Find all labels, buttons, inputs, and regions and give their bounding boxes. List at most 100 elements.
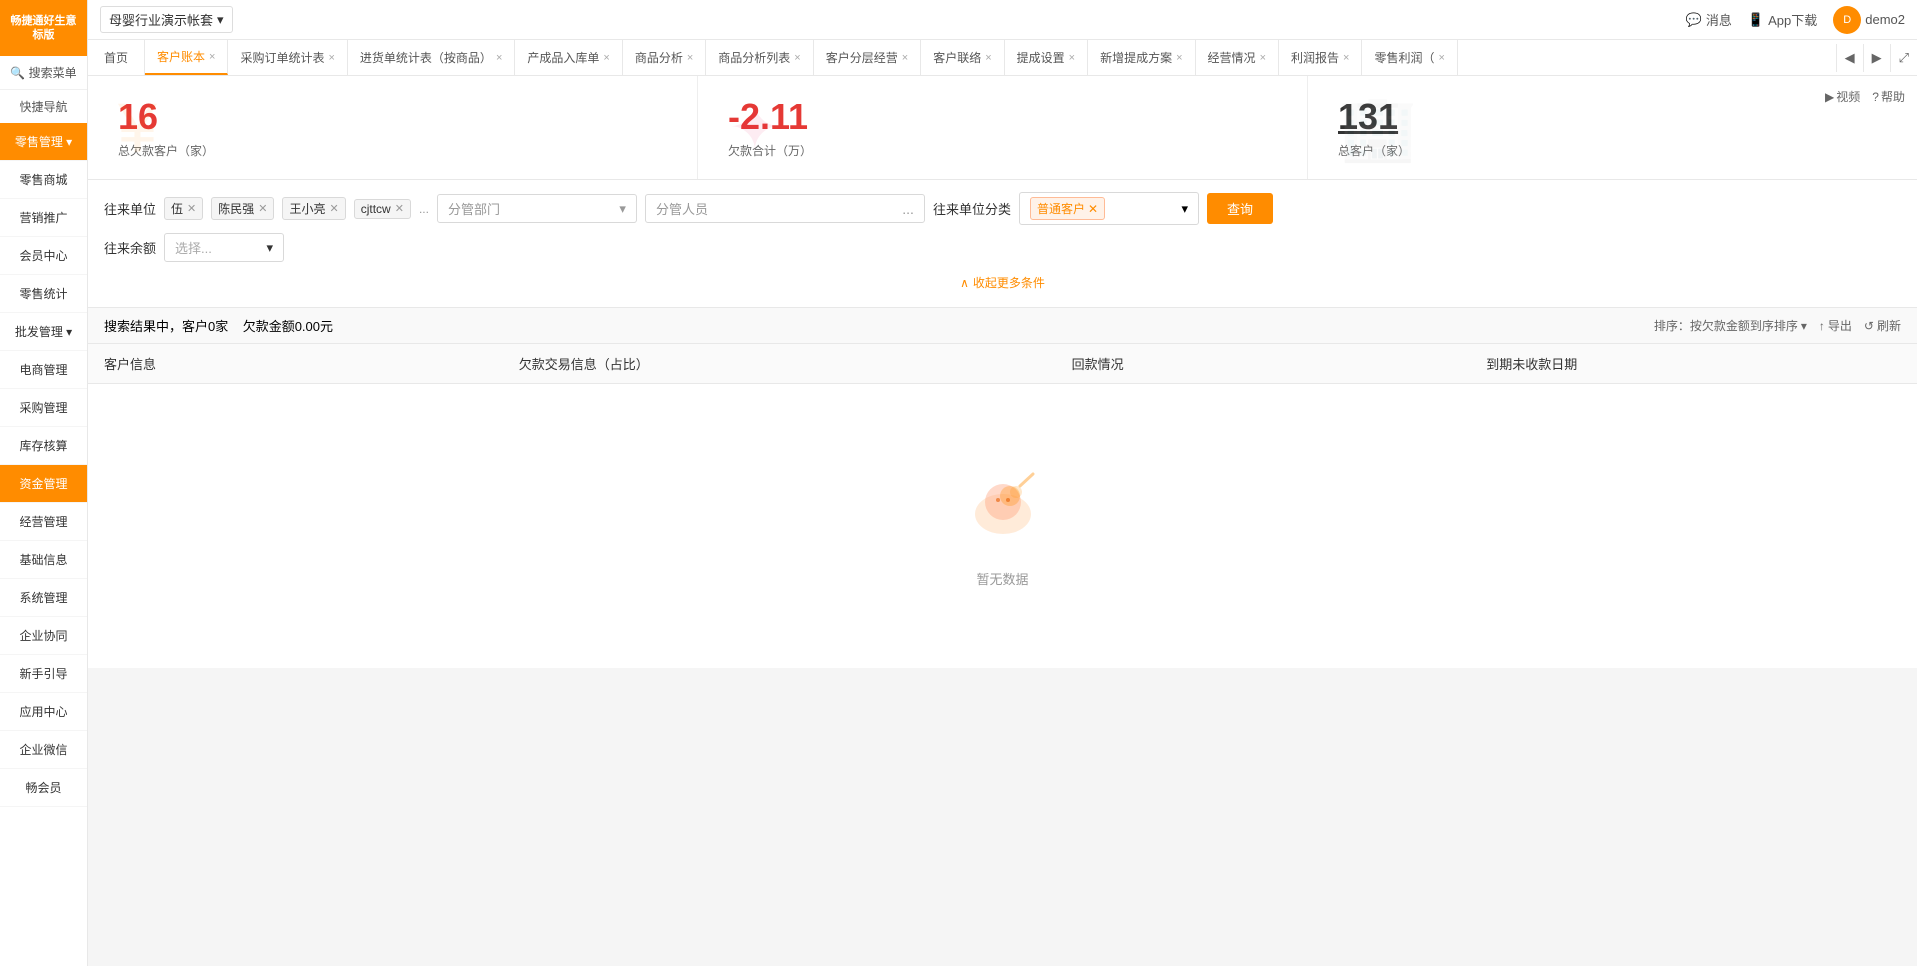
refresh-btn[interactable]: ↺ 刷新: [1864, 317, 1901, 334]
sidebar-item-enterprise-coop[interactable]: 企业协同: [0, 617, 87, 655]
quick-nav[interactable]: 快捷导航: [0, 90, 87, 123]
filter-area: 往来单位 伍 ✕ 陈民强 ✕ 王小亮 ✕ cjttcw ✕ ...: [88, 180, 1917, 308]
tab-retail-profit[interactable]: 零售利润（×: [1362, 40, 1457, 75]
tab-close-business-status[interactable]: ×: [1260, 52, 1266, 64]
message-label: 消息: [1706, 10, 1732, 29]
remove-tag-wang[interactable]: ✕: [330, 202, 339, 215]
export-btn[interactable]: ↑ 导出: [1819, 317, 1852, 334]
tab-label-product-inbound: 产成品入库单: [527, 49, 599, 66]
sidebar-item-inventory[interactable]: 库存核算: [0, 427, 87, 465]
sidebar-item-system[interactable]: 系统管理: [0, 579, 87, 617]
filter-tag-wang[interactable]: 王小亮 ✕: [282, 197, 345, 220]
tab-inbound-stats[interactable]: 进货单统计表（按商品） ×: [348, 40, 515, 75]
collapse-btn[interactable]: ∧ 收起更多条件: [960, 270, 1045, 295]
remove-tag-wu[interactable]: ✕: [187, 202, 196, 215]
tab-profit-report[interactable]: 利润报告×: [1279, 40, 1362, 75]
search-menu[interactable]: 🔍 搜索菜单: [0, 56, 87, 90]
main: 母婴行业演示帐套 ▾ 💬 消息 📱 App下载 D demo2 首页客户账本×采…: [88, 0, 1917, 966]
tab-close-new-tip-plan[interactable]: ×: [1176, 52, 1182, 64]
filter-dots-person[interactable]: ...: [902, 201, 914, 217]
tab-customer-contact[interactable]: 客户联络 ×: [921, 40, 1004, 75]
user-avatar: D: [1833, 6, 1861, 34]
tab-tip-settings[interactable]: 提成设置×: [1005, 40, 1088, 75]
tab-business-status[interactable]: 经营情况×: [1196, 40, 1279, 75]
tab-scroll-right[interactable]: ▶: [1863, 44, 1890, 72]
remove-category-tag[interactable]: ✕: [1088, 202, 1098, 216]
tab-close-inbound-stats[interactable]: ×: [496, 52, 502, 64]
tab-close-customer-balance[interactable]: ×: [209, 51, 215, 63]
filter-tag-wu[interactable]: 伍 ✕: [164, 197, 203, 220]
sidebar-item-batch-mgmt[interactable]: 批发管理 ▾: [0, 313, 87, 351]
tab-close-product-analysis-list[interactable]: ×: [794, 52, 800, 64]
balance-placeholder: 选择...: [175, 238, 212, 257]
sidebar-item-retail-mgmt[interactable]: 零售管理 ▾: [0, 123, 87, 161]
remove-tag-cjttcw[interactable]: ✕: [395, 202, 404, 215]
tab-customer-balance[interactable]: 客户账本×: [145, 40, 228, 75]
sidebar-item-basic-info[interactable]: 基础信息: [0, 541, 87, 579]
col-repayment: 回款情况: [1072, 354, 1487, 373]
col-customer-info: 客户信息: [104, 354, 519, 373]
sidebar-item-purchase[interactable]: 采购管理: [0, 389, 87, 427]
sidebar-item-finance[interactable]: 资金管理: [0, 465, 87, 503]
tag-wu-text: 伍: [171, 200, 183, 217]
tab-close-retail-profit[interactable]: ×: [1438, 52, 1444, 64]
user-menu[interactable]: D demo2: [1833, 6, 1905, 34]
tab-product-analysis-list[interactable]: 商品分析列表×: [706, 40, 813, 75]
unit-category-label: 往来单位分类: [933, 199, 1011, 218]
tab-customer-tier[interactable]: 客户分层经营×: [814, 40, 921, 75]
debt-amount-label: 欠款合计（万）: [728, 142, 1277, 159]
tab-new-tip-plan[interactable]: 新增提成方案×: [1088, 40, 1195, 75]
sidebar-item-enterprise-wx[interactable]: 企业微信: [0, 731, 87, 769]
tab-product-analysis[interactable]: 商品分析×: [623, 40, 706, 75]
tab-close-purchase-order-stats[interactable]: ×: [328, 52, 334, 64]
help-btn[interactable]: ? 帮助: [1872, 88, 1905, 105]
sidebar-item-retail-mall[interactable]: 零售商城: [0, 161, 87, 199]
filter-more-tags[interactable]: ...: [419, 202, 429, 216]
tab-collapse[interactable]: ⤢: [1890, 44, 1917, 72]
sort-label: 排序：按欠款金额到序排序: [1654, 317, 1798, 334]
tab-label-customer-contact: 客户联络: [933, 49, 981, 66]
tab-close-customer-contact[interactable]: ×: [985, 52, 991, 64]
filter-tag-cjttcw[interactable]: cjttcw ✕: [354, 199, 411, 219]
branch-person-dropdown[interactable]: 分管人员 ...: [645, 194, 925, 223]
chevron-icon-retail-mgmt: ▾: [63, 135, 72, 149]
results-bar: 搜索结果中，客户0家 欠款金额0.00元 排序：按欠款金额到序排序 ▾ ↑ 导出…: [88, 308, 1917, 344]
tab-close-tip-settings[interactable]: ×: [1069, 52, 1075, 64]
tab-close-customer-tier[interactable]: ×: [902, 52, 908, 64]
unit-category-select[interactable]: 普通客户 ✕ ▾: [1019, 192, 1199, 225]
branch-person-label: 分管人员: [656, 199, 708, 218]
sidebar-item-marketing[interactable]: 营销推广: [0, 199, 87, 237]
tab-home[interactable]: 首页: [88, 40, 145, 75]
tab-close-product-inbound[interactable]: ×: [603, 52, 609, 64]
tab-product-inbound[interactable]: 产成品入库单 ×: [515, 40, 622, 75]
branch-dept-dropdown[interactable]: 分管部门 ▾: [437, 194, 637, 223]
balance-select[interactable]: 选择... ▾: [164, 233, 284, 262]
tab-label-inbound-stats: 进货单统计表（按商品）: [360, 49, 492, 66]
tag-chen-text: 陈民强: [218, 200, 254, 217]
filter-tag-chen[interactable]: 陈民强 ✕: [211, 197, 274, 220]
message-btn[interactable]: 💬 消息: [1686, 10, 1732, 29]
sidebar-item-member-center[interactable]: 会员中心: [0, 237, 87, 275]
sort-select[interactable]: 排序：按欠款金额到序排序 ▾: [1654, 317, 1807, 334]
tab-scroll-left[interactable]: ◀: [1836, 44, 1863, 72]
sidebar-item-operations[interactable]: 经营管理: [0, 503, 87, 541]
remove-tag-chen[interactable]: ✕: [258, 202, 267, 215]
tag-cjttcw-text: cjttcw: [361, 202, 391, 216]
sidebar-item-app-center[interactable]: 应用中心: [0, 693, 87, 731]
sidebar-item-new-guide[interactable]: 新手引导: [0, 655, 87, 693]
app-download-btn[interactable]: 📱 App下载: [1748, 10, 1817, 29]
query-button[interactable]: 查询: [1207, 193, 1273, 224]
tab-purchase-order-stats[interactable]: 采购订单统计表×: [228, 40, 347, 75]
message-icon: 💬: [1686, 12, 1702, 28]
quick-nav-label: 快捷导航: [19, 100, 67, 114]
account-selector[interactable]: 母婴行业演示帐套 ▾: [100, 6, 233, 33]
tab-close-profit-report[interactable]: ×: [1343, 52, 1349, 64]
topbar: 母婴行业演示帐套 ▾ 💬 消息 📱 App下载 D demo2: [88, 0, 1917, 40]
tab-close-product-analysis[interactable]: ×: [687, 52, 693, 64]
branch-dept-label: 分管部门: [448, 199, 500, 218]
results-summary: 搜索结果中，客户0家 欠款金额0.00元: [104, 316, 333, 335]
sidebar-item-vip[interactable]: 畅会员: [0, 769, 87, 807]
sidebar-item-ecommerce[interactable]: 电商管理: [0, 351, 87, 389]
sidebar-item-retail-stats[interactable]: 零售统计: [0, 275, 87, 313]
video-btn[interactable]: ▶ 视频: [1825, 88, 1860, 105]
